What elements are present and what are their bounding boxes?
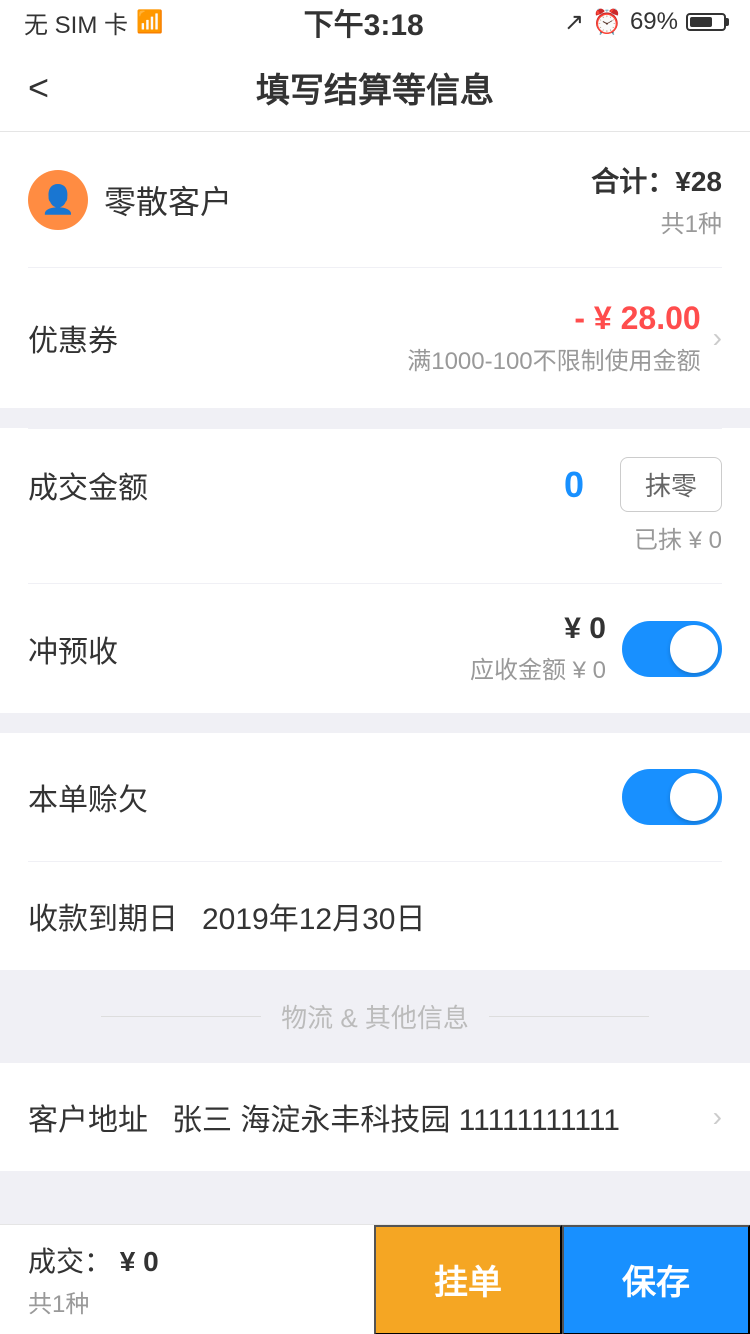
transaction-top: 成交金额 0 抹零	[28, 457, 722, 512]
status-right: ↗ ⏰ 69%	[564, 8, 726, 37]
address-chevron-icon: ›	[713, 1101, 722, 1133]
back-button[interactable]: <	[28, 67, 49, 109]
due-date-label: 收款到期日	[28, 894, 178, 938]
battery-icon	[686, 13, 726, 31]
address-value: 张三 海淀永丰科技园 11111111111	[172, 1095, 713, 1139]
battery-text: 69%	[630, 8, 678, 36]
prepay-label: 冲预收	[28, 627, 118, 671]
address-label: 客户地址	[28, 1095, 148, 1139]
prepay-amount: ¥ 0	[470, 612, 606, 646]
prepay-toggle[interactable]	[622, 621, 722, 677]
logistics-divider: 物流 & 其他信息	[0, 970, 750, 1063]
bottom-summary: 成交： ¥ 0 共1种	[0, 1240, 374, 1319]
item-count: 共1种	[591, 204, 722, 239]
prepay-amounts: ¥ 0 应收金额 ¥ 0	[470, 612, 606, 685]
address-row[interactable]: 客户地址 张三 海淀永丰科技园 11111111111 ›	[28, 1063, 722, 1171]
transaction-value[interactable]: 0	[564, 464, 584, 506]
chevron-right-icon: ›	[713, 322, 722, 354]
wifi-icon: 📶	[136, 9, 163, 35]
prepay-top: 冲预收 ¥ 0 应收金额 ¥ 0	[28, 612, 722, 685]
transaction-row: 成交金额 0 抹零 已抹 ¥ 0	[28, 428, 722, 583]
coupon-amount: - ¥ 28.00	[407, 300, 700, 337]
customer-section: 👤 零散客户 合计：¥28 共1种	[0, 132, 750, 267]
nav-bar: < 填写结算等信息	[0, 44, 750, 132]
due-date-value[interactable]: 2019年12月30日	[202, 894, 425, 938]
bottom-deal-label: 成交：	[28, 1246, 112, 1277]
status-left: 无 SIM 卡 📶	[24, 5, 163, 40]
section-divider-2	[0, 713, 750, 733]
logistics-line-right	[489, 1016, 649, 1017]
coupon-label: 优惠券	[28, 316, 118, 360]
section-divider-1	[0, 408, 750, 428]
coupon-description: 满1000-100不限制使用金额	[407, 341, 700, 376]
transaction-section: 成交金额 0 抹零 已抹 ¥ 0 冲预收 ¥ 0 应收金额 ¥ 0	[0, 428, 750, 713]
prepay-right: ¥ 0 应收金额 ¥ 0	[470, 612, 722, 685]
page-title: 填写结算等信息	[256, 63, 494, 112]
save-button[interactable]: 保存	[562, 1225, 750, 1334]
coupon-right: - ¥ 28.00 满1000-100不限制使用金额 ›	[407, 300, 722, 376]
round-button[interactable]: 抹零	[620, 457, 722, 512]
logistics-label: 物流 & 其他信息	[281, 998, 469, 1035]
bottom-deal-amount: ¥ 0	[120, 1246, 159, 1277]
status-bar: 无 SIM 卡 📶 下午3:18 ↗ ⏰ 69%	[0, 0, 750, 44]
logistics-line-left	[101, 1016, 261, 1017]
location-icon: ↗	[564, 8, 584, 37]
bottom-count: 共1种	[28, 1284, 346, 1319]
hold-button[interactable]: 挂单	[374, 1225, 562, 1334]
bottom-deal-row: 成交： ¥ 0	[28, 1240, 346, 1280]
customer-right: 合计：¥28 共1种	[591, 160, 722, 239]
debt-section: 本单赊欠 收款到期日 2019年12月30日	[0, 733, 750, 970]
debt-label: 本单赊欠	[28, 775, 148, 819]
prepay-row: 冲预收 ¥ 0 应收金额 ¥ 0	[28, 583, 722, 713]
address-section[interactable]: 客户地址 张三 海淀永丰科技园 11111111111 ›	[0, 1063, 750, 1171]
due-date-row: 收款到期日 2019年12月30日	[28, 861, 722, 970]
customer-row: 👤 零散客户 合计：¥28 共1种	[28, 132, 722, 267]
receivable-text: 应收金额 ¥ 0	[470, 650, 606, 685]
coupon-section[interactable]: 优惠券 - ¥ 28.00 满1000-100不限制使用金额 ›	[0, 267, 750, 408]
alarm-icon: ⏰	[592, 8, 622, 37]
toggle-knob	[670, 625, 718, 673]
avatar-icon: 👤	[41, 183, 76, 216]
customer-left: 👤 零散客户	[28, 170, 232, 230]
coupon-row[interactable]: 优惠券 - ¥ 28.00 满1000-100不限制使用金额 ›	[28, 267, 722, 408]
customer-avatar: 👤	[28, 170, 88, 230]
debt-toggle[interactable]	[622, 769, 722, 825]
debt-toggle-knob	[670, 773, 718, 821]
bottom-bar: 成交： ¥ 0 共1种 挂单 保存	[0, 1224, 750, 1334]
status-time: 下午3:18	[304, 0, 424, 44]
deducted-text: 已抹 ¥ 0	[634, 520, 722, 555]
carrier-text: 无 SIM 卡	[24, 5, 128, 40]
debt-row: 本单赊欠	[28, 733, 722, 861]
transaction-bottom: 已抹 ¥ 0	[28, 520, 722, 555]
transaction-label: 成交金额	[28, 463, 148, 507]
customer-name: 零散客户	[104, 177, 232, 223]
total-amount: 合计：¥28	[591, 160, 722, 200]
